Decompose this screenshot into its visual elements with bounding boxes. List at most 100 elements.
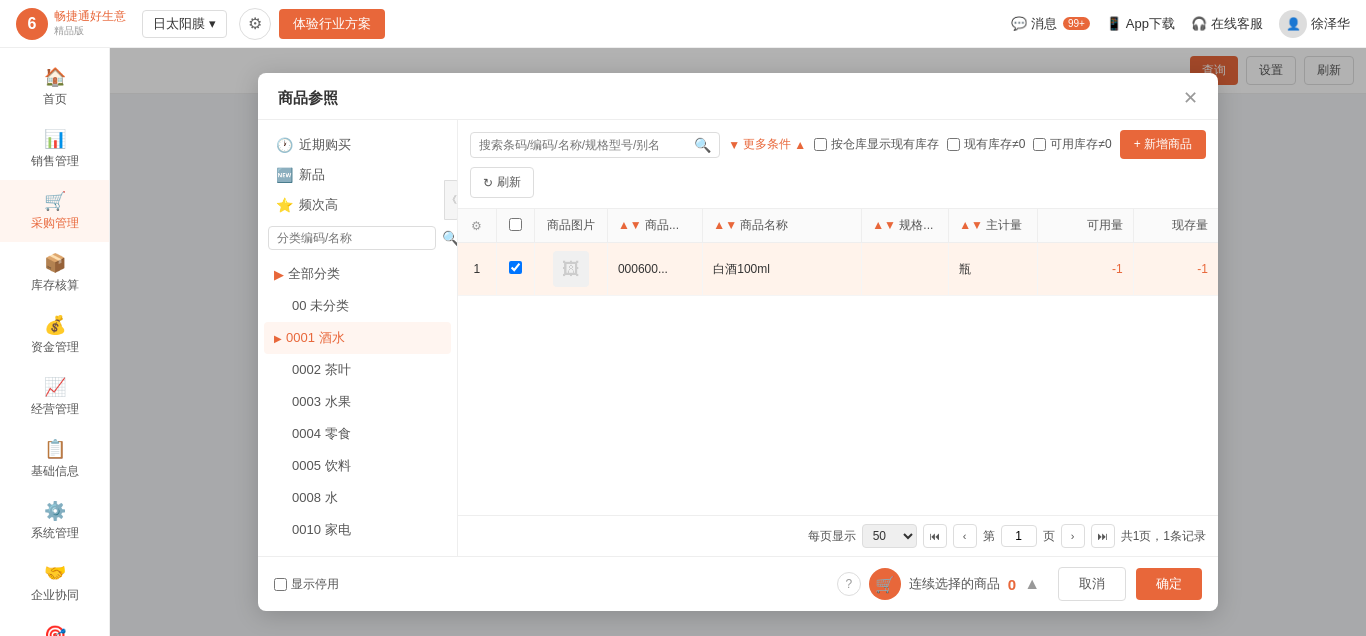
checkbox-available-stock[interactable]: 可用库存≠0 [1033, 136, 1111, 153]
col-unit-header[interactable]: ▲▼ 主计量 [949, 209, 1038, 243]
add-product-btn[interactable]: + 新增商品 [1120, 130, 1206, 159]
sidebar-item-home-label: 首页 [43, 91, 67, 108]
sidebar-item-sales[interactable]: 📊 销售管理 [0, 118, 109, 180]
table-row[interactable]: 1 🖼 [458, 243, 1218, 296]
quick-frequent[interactable]: ⭐ 频次高 [268, 190, 447, 220]
sidebar-item-guide[interactable]: 🎯 新手引导 [0, 614, 109, 636]
sidebar-item-purchase[interactable]: 🛒 采购管理 [0, 180, 109, 242]
checkbox-current-stock[interactable]: 现有库存≠0 [947, 136, 1025, 153]
tenant-name: 日太阳膜 [153, 15, 205, 33]
dialog-header: 商品参照 ✕ [258, 73, 1218, 120]
search-icon[interactable]: 🔍 [442, 230, 458, 246]
available-stock-checkbox[interactable] [1033, 138, 1046, 151]
refresh-icon: ↻ [483, 176, 493, 190]
customer-service-btn[interactable]: 🎧 在线客服 [1191, 15, 1263, 33]
filter-more-btn[interactable]: ▼ 更多条件 ▲ [728, 136, 806, 153]
row-checkbox-cell [496, 243, 534, 296]
category-item-0008[interactable]: 0008 水 [264, 482, 451, 514]
sidebar-item-inventory-label: 库存核算 [31, 277, 79, 294]
page-input[interactable] [1001, 525, 1037, 547]
next-page-btn[interactable]: › [1061, 524, 1085, 548]
category-item-0005[interactable]: 0005 饮料 [264, 450, 451, 482]
sidebar-item-home[interactable]: 🏠 首页 [0, 56, 109, 118]
sort-icon: ▲▼ [618, 218, 642, 232]
sidebar-item-operations[interactable]: 📈 经营管理 [0, 366, 109, 428]
first-page-btn[interactable]: ⏮ [923, 524, 947, 548]
page-size-label: 每页显示 [808, 528, 856, 545]
sidebar-item-collab[interactable]: 🤝 企业协同 [0, 552, 109, 614]
help-btn[interactable]: ? [837, 572, 861, 596]
close-icon[interactable]: ✕ [1183, 87, 1198, 109]
product-panel: 🔍 ▼ 更多条件 ▲ 按仓库显示现有库存 [458, 120, 1218, 556]
navbar: 6 畅捷通好生意 精品版 日太阳膜 ▾ ⚙ 体验行业方案 💬 消息 99+ 📱 … [0, 0, 1366, 48]
settings-icon[interactable]: ⚙ [239, 8, 271, 40]
row-checkbox[interactable] [509, 261, 522, 274]
category-list: ▶ 全部分类 00 未分类 ▶ 0001 酒水 [258, 258, 457, 546]
product-search-input[interactable] [479, 138, 690, 152]
tenant-selector[interactable]: 日太阳膜 ▾ [142, 10, 227, 38]
sidebar-item-finance[interactable]: 💰 资金管理 [0, 304, 109, 366]
product-image: 🖼 [553, 251, 589, 287]
operations-icon: 📈 [44, 376, 66, 398]
product-table-container: ⚙ 商品图片 [458, 209, 1218, 515]
col-spec-header[interactable]: ▲▼ 规格... [862, 209, 949, 243]
sidebar-item-inventory[interactable]: 📦 库存核算 [0, 242, 109, 304]
col-stock-header: 现存量 [1133, 209, 1218, 243]
sidebar: 🏠 首页 📊 销售管理 🛒 采购管理 📦 库存核算 💰 资金管理 📈 经营管理 … [0, 48, 110, 636]
cart-icon[interactable]: 🛒 [869, 568, 901, 600]
quick-recent[interactable]: 🕐 近期购买 [268, 130, 447, 160]
prev-page-btn[interactable]: ‹ [953, 524, 977, 548]
logo-text: 畅捷通好生意 [54, 9, 126, 23]
col-available-header: 可用量 [1038, 209, 1133, 243]
refresh-table-btn[interactable]: ↻ 刷新 [470, 167, 534, 198]
show-stock-checkbox[interactable] [814, 138, 827, 151]
col-settings-header: ⚙ [458, 209, 496, 243]
quick-new[interactable]: 🆕 新品 [268, 160, 447, 190]
show-disabled-checkbox[interactable] [274, 578, 287, 591]
col-name-header[interactable]: ▲▼ 商品名称 [703, 209, 862, 243]
selected-label: 连续选择的商品 [909, 575, 1000, 593]
category-item-0004[interactable]: 0004 零食 [264, 418, 451, 450]
show-disabled-checkbox-label[interactable]: 显示停用 [274, 576, 339, 593]
messages-btn[interactable]: 💬 消息 99+ [1011, 15, 1090, 33]
experience-btn[interactable]: 体验行业方案 [279, 9, 385, 39]
layout: 🏠 首页 📊 销售管理 🛒 采购管理 📦 库存核算 💰 资金管理 📈 经营管理 … [0, 48, 1366, 636]
filter-icon: ▼ [728, 138, 740, 152]
checkbox-show-stock[interactable]: 按仓库显示现有库存 [814, 136, 939, 153]
app-download-btn[interactable]: 📱 App下载 [1106, 15, 1175, 33]
current-stock-checkbox[interactable] [947, 138, 960, 151]
category-search: 🔍 [258, 226, 457, 258]
logo-sub: 精品版 [54, 24, 126, 38]
collapse-icon[interactable]: ▲ [1024, 575, 1040, 593]
product-search-icon[interactable]: 🔍 [694, 137, 711, 153]
sidebar-item-system[interactable]: ⚙️ 系统管理 [0, 490, 109, 552]
category-item-0010[interactable]: 0010 家电 [264, 514, 451, 546]
logo-icon: 6 [16, 8, 48, 40]
category-item-0003[interactable]: 0003 水果 [264, 386, 451, 418]
sidebar-item-sales-label: 销售管理 [31, 153, 79, 170]
category-all[interactable]: ▶ 全部分类 [264, 258, 451, 290]
cancel-btn[interactable]: 取消 [1058, 567, 1126, 601]
sidebar-item-basics-label: 基础信息 [31, 463, 79, 480]
confirm-btn[interactable]: 确定 [1136, 568, 1202, 600]
collapse-panel-btn[interactable]: 《 [444, 180, 458, 220]
col-code-header[interactable]: ▲▼ 商品... [607, 209, 702, 243]
col-checkbox-header [496, 209, 534, 243]
last-page-btn[interactable]: ⏭ [1091, 524, 1115, 548]
sidebar-item-basics[interactable]: 📋 基础信息 [0, 428, 109, 490]
product-toolbar: 🔍 ▼ 更多条件 ▲ 按仓库显示现有库存 [458, 120, 1218, 209]
row-img: 🖼 [534, 243, 607, 296]
category-item-0001[interactable]: ▶ 0001 酒水 [264, 322, 451, 354]
page-size-select[interactable]: 10 20 50 100 [862, 524, 917, 548]
select-all-checkbox[interactable] [509, 218, 522, 231]
row-available: -1 [1038, 243, 1133, 296]
col-settings-icon[interactable]: ⚙ [471, 219, 482, 233]
category-item-0002[interactable]: 0002 茶叶 [264, 354, 451, 386]
user-profile-btn[interactable]: 👤 徐泽华 [1279, 10, 1350, 38]
category-item-00[interactable]: 00 未分类 [264, 290, 451, 322]
message-badge: 99+ [1063, 17, 1090, 30]
category-search-input[interactable] [268, 226, 436, 250]
sort-spec-icon: ▲▼ [872, 218, 896, 232]
footer-cart: ? 🛒 连续选择的商品 0 ▲ [837, 568, 1040, 600]
row-num: 1 [458, 243, 496, 296]
